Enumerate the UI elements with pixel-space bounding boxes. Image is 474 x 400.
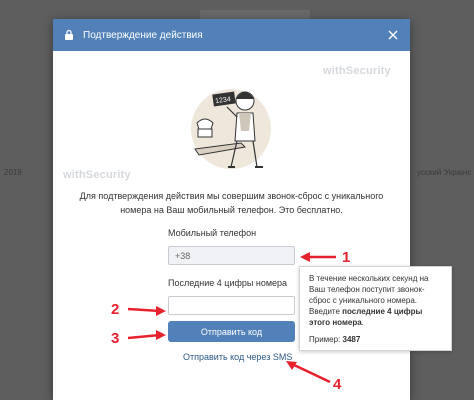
annotation-3: 3 xyxy=(111,330,120,347)
arrow-4 xyxy=(291,362,331,384)
annotation-4: 4 xyxy=(333,376,342,393)
arrow-2 xyxy=(127,307,161,313)
annotation-1: 1 xyxy=(342,249,351,266)
annotation-arrows xyxy=(127,252,336,384)
arrow-3 xyxy=(127,333,161,340)
annotation-2: 2 xyxy=(111,301,120,318)
